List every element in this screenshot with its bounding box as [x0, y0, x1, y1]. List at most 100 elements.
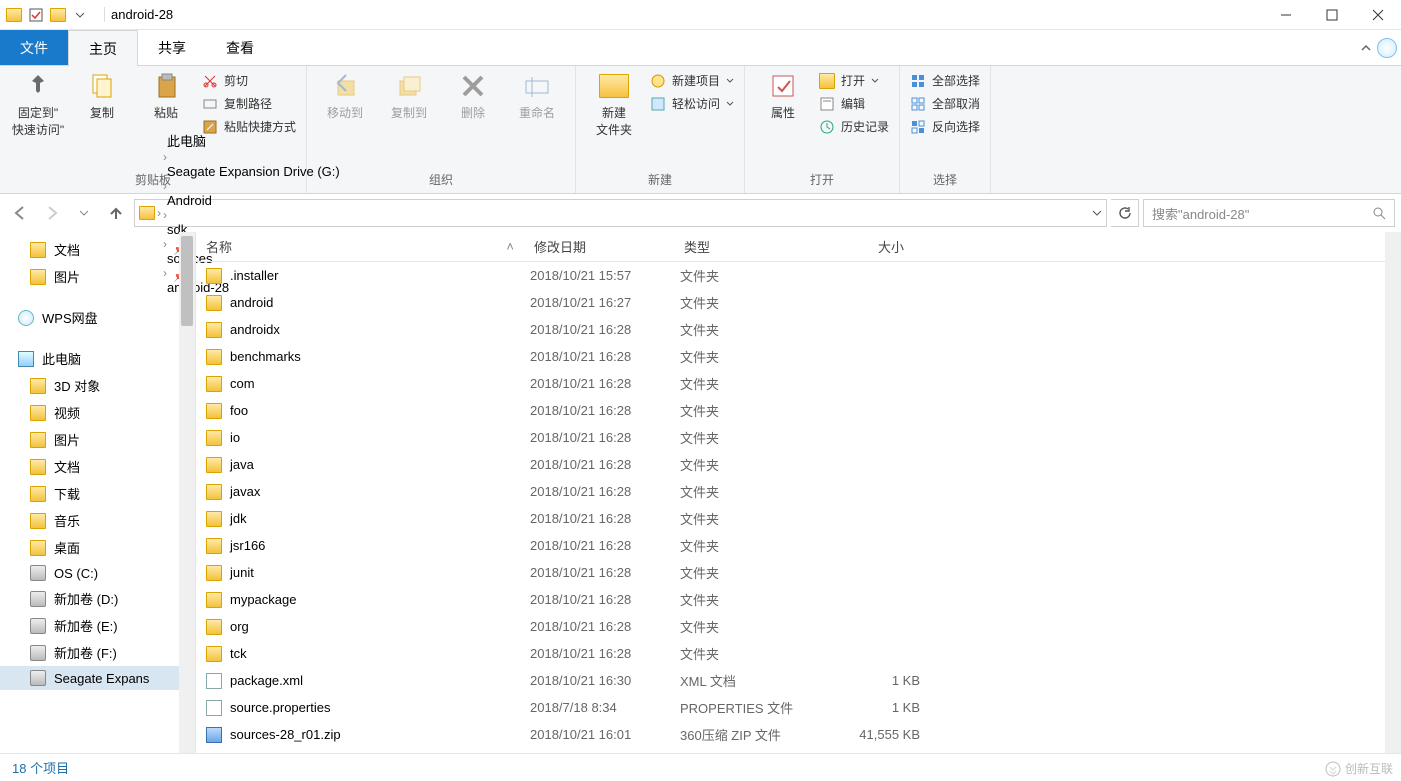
- select-all-button[interactable]: 全部选择: [910, 72, 980, 89]
- sidebar-item[interactable]: 下载: [0, 480, 195, 507]
- maximize-button[interactable]: [1309, 0, 1355, 30]
- new-folder-button[interactable]: 新建 文件夹: [586, 70, 642, 138]
- file-row[interactable]: com2018/10/21 16:28文件夹: [196, 370, 1401, 397]
- sidebar-item[interactable]: 图片: [0, 426, 195, 453]
- sidebar-item[interactable]: 文档📌: [0, 236, 195, 263]
- file-row[interactable]: androidx2018/10/21 16:28文件夹: [196, 316, 1401, 343]
- file-scrollbar[interactable]: [1385, 232, 1401, 753]
- file-row[interactable]: org2018/10/21 16:28文件夹: [196, 613, 1401, 640]
- column-header-date[interactable]: 修改日期: [524, 237, 674, 256]
- delete-button[interactable]: 删除: [445, 70, 501, 121]
- file-type: 文件夹: [680, 509, 830, 528]
- help-icon[interactable]: [1377, 38, 1397, 58]
- forward-button[interactable]: [38, 199, 66, 227]
- qat-folder-icon[interactable]: [50, 7, 66, 23]
- history-button[interactable]: 历史记录: [819, 118, 889, 135]
- refresh-button[interactable]: [1111, 199, 1139, 227]
- tab-home[interactable]: 主页: [68, 30, 138, 66]
- file-row[interactable]: package.xml2018/10/21 16:30XML 文档1 KB: [196, 667, 1401, 694]
- file-row[interactable]: android2018/10/21 16:27文件夹: [196, 289, 1401, 316]
- qat-checkbox-icon[interactable]: [28, 7, 44, 23]
- file-row[interactable]: benchmarks2018/10/21 16:28文件夹: [196, 343, 1401, 370]
- copy-button[interactable]: 复制: [74, 70, 130, 121]
- file-row[interactable]: javax2018/10/21 16:28文件夹: [196, 478, 1401, 505]
- folder-icon: [206, 376, 222, 392]
- down-icon: [30, 486, 46, 502]
- select-none-button[interactable]: 全部取消: [910, 95, 980, 112]
- chevron-down-icon[interactable]: [1092, 208, 1102, 218]
- sidebar-item[interactable]: 音乐: [0, 507, 195, 534]
- file-name: com: [230, 376, 530, 391]
- sidebar-item[interactable]: 此电脑: [0, 345, 195, 372]
- up-button[interactable]: [102, 199, 130, 227]
- chevron-up-icon[interactable]: [1359, 41, 1373, 55]
- delete-icon: [457, 70, 489, 102]
- paste-button[interactable]: 粘贴: [138, 70, 194, 121]
- file-date: 2018/10/21 16:28: [530, 484, 680, 499]
- file-row[interactable]: jsr1662018/10/21 16:28文件夹: [196, 532, 1401, 559]
- file-name: io: [230, 430, 530, 445]
- breadcrumb-item[interactable]: 此电脑: [163, 131, 344, 150]
- file-pane: 名称˄ 修改日期 类型 大小 .installer2018/10/21 15:5…: [196, 232, 1401, 753]
- sidebar-item[interactable]: 图片📌: [0, 263, 195, 290]
- sidebar-item[interactable]: WPS网盘: [0, 304, 195, 331]
- properties-button[interactable]: 属性: [755, 70, 811, 121]
- sidebar-item[interactable]: 视频: [0, 399, 195, 426]
- file-row[interactable]: io2018/10/21 16:28文件夹: [196, 424, 1401, 451]
- ribbon-group-label: 新建: [648, 168, 672, 191]
- new-item-button[interactable]: 新建项目: [650, 72, 734, 89]
- pin-to-quickaccess-button[interactable]: 固定到" 快速访问": [10, 70, 66, 138]
- pic-icon: [30, 269, 46, 285]
- file-row[interactable]: java2018/10/21 16:28文件夹: [196, 451, 1401, 478]
- recent-dropdown[interactable]: [70, 199, 98, 227]
- cut-button[interactable]: 剪切: [202, 72, 296, 89]
- file-row[interactable]: sources-28_r01.zip2018/10/21 16:01360压缩 …: [196, 721, 1401, 748]
- file-row[interactable]: junit2018/10/21 16:28文件夹: [196, 559, 1401, 586]
- ribbon-tabs: 文件 主页 共享 查看: [0, 30, 1401, 66]
- ribbon-group-label: 组织: [429, 168, 453, 191]
- copy-path-button[interactable]: 复制路径: [202, 95, 296, 112]
- sidebar-scrollbar[interactable]: [179, 232, 195, 753]
- folder-icon: [206, 565, 222, 581]
- sidebar-item[interactable]: 3D 对象: [0, 372, 195, 399]
- rename-button[interactable]: 重命名: [509, 70, 565, 121]
- sidebar-item[interactable]: 新加卷 (E:): [0, 612, 195, 639]
- file-type: 文件夹: [680, 266, 830, 285]
- sidebar-item[interactable]: 新加卷 (F:): [0, 639, 195, 666]
- search-icon: [1372, 206, 1386, 220]
- easy-access-button[interactable]: 轻松访问: [650, 95, 734, 112]
- tab-view[interactable]: 查看: [206, 30, 274, 65]
- file-row[interactable]: tck2018/10/21 16:28文件夹: [196, 640, 1401, 667]
- back-button[interactable]: [6, 199, 34, 227]
- address-bar[interactable]: › 此电脑›Seagate Expansion Drive (G:)›Andro…: [134, 199, 1107, 227]
- close-button[interactable]: [1355, 0, 1401, 30]
- qat-dropdown-icon[interactable]: [72, 7, 88, 23]
- sidebar-item[interactable]: Seagate Expans: [0, 666, 195, 690]
- sidebar-item[interactable]: 桌面: [0, 534, 195, 561]
- sidebar-item[interactable]: 新加卷 (D:): [0, 585, 195, 612]
- file-row[interactable]: mypackage2018/10/21 16:28文件夹: [196, 586, 1401, 613]
- file-date: 2018/10/21 16:28: [530, 322, 680, 337]
- column-header-name[interactable]: 名称˄: [196, 237, 524, 256]
- column-header-size[interactable]: 大小: [824, 237, 914, 256]
- search-input[interactable]: 搜索"android-28": [1143, 199, 1395, 227]
- minimize-button[interactable]: [1263, 0, 1309, 30]
- open-button[interactable]: 打开: [819, 72, 889, 89]
- sidebar-item[interactable]: 文档: [0, 453, 195, 480]
- sidebar-item[interactable]: OS (C:): [0, 561, 195, 585]
- file-row[interactable]: .installer2018/10/21 15:57文件夹: [196, 262, 1401, 289]
- breadcrumb-item[interactable]: Android: [163, 193, 344, 208]
- file-name: benchmarks: [230, 349, 530, 364]
- tab-share[interactable]: 共享: [138, 30, 206, 65]
- file-row[interactable]: foo2018/10/21 16:28文件夹: [196, 397, 1401, 424]
- copyto-button[interactable]: 复制到: [381, 70, 437, 121]
- breadcrumb-item[interactable]: Seagate Expansion Drive (G:): [163, 164, 344, 179]
- file-row[interactable]: source.properties2018/7/18 8:34PROPERTIE…: [196, 694, 1401, 721]
- column-header-type[interactable]: 类型: [674, 237, 824, 256]
- music-icon: [30, 513, 46, 529]
- invert-selection-button[interactable]: 反向选择: [910, 118, 980, 135]
- tab-file[interactable]: 文件: [0, 30, 68, 65]
- moveto-button[interactable]: 移动到: [317, 70, 373, 121]
- edit-button[interactable]: 编辑: [819, 95, 889, 112]
- file-row[interactable]: jdk2018/10/21 16:28文件夹: [196, 505, 1401, 532]
